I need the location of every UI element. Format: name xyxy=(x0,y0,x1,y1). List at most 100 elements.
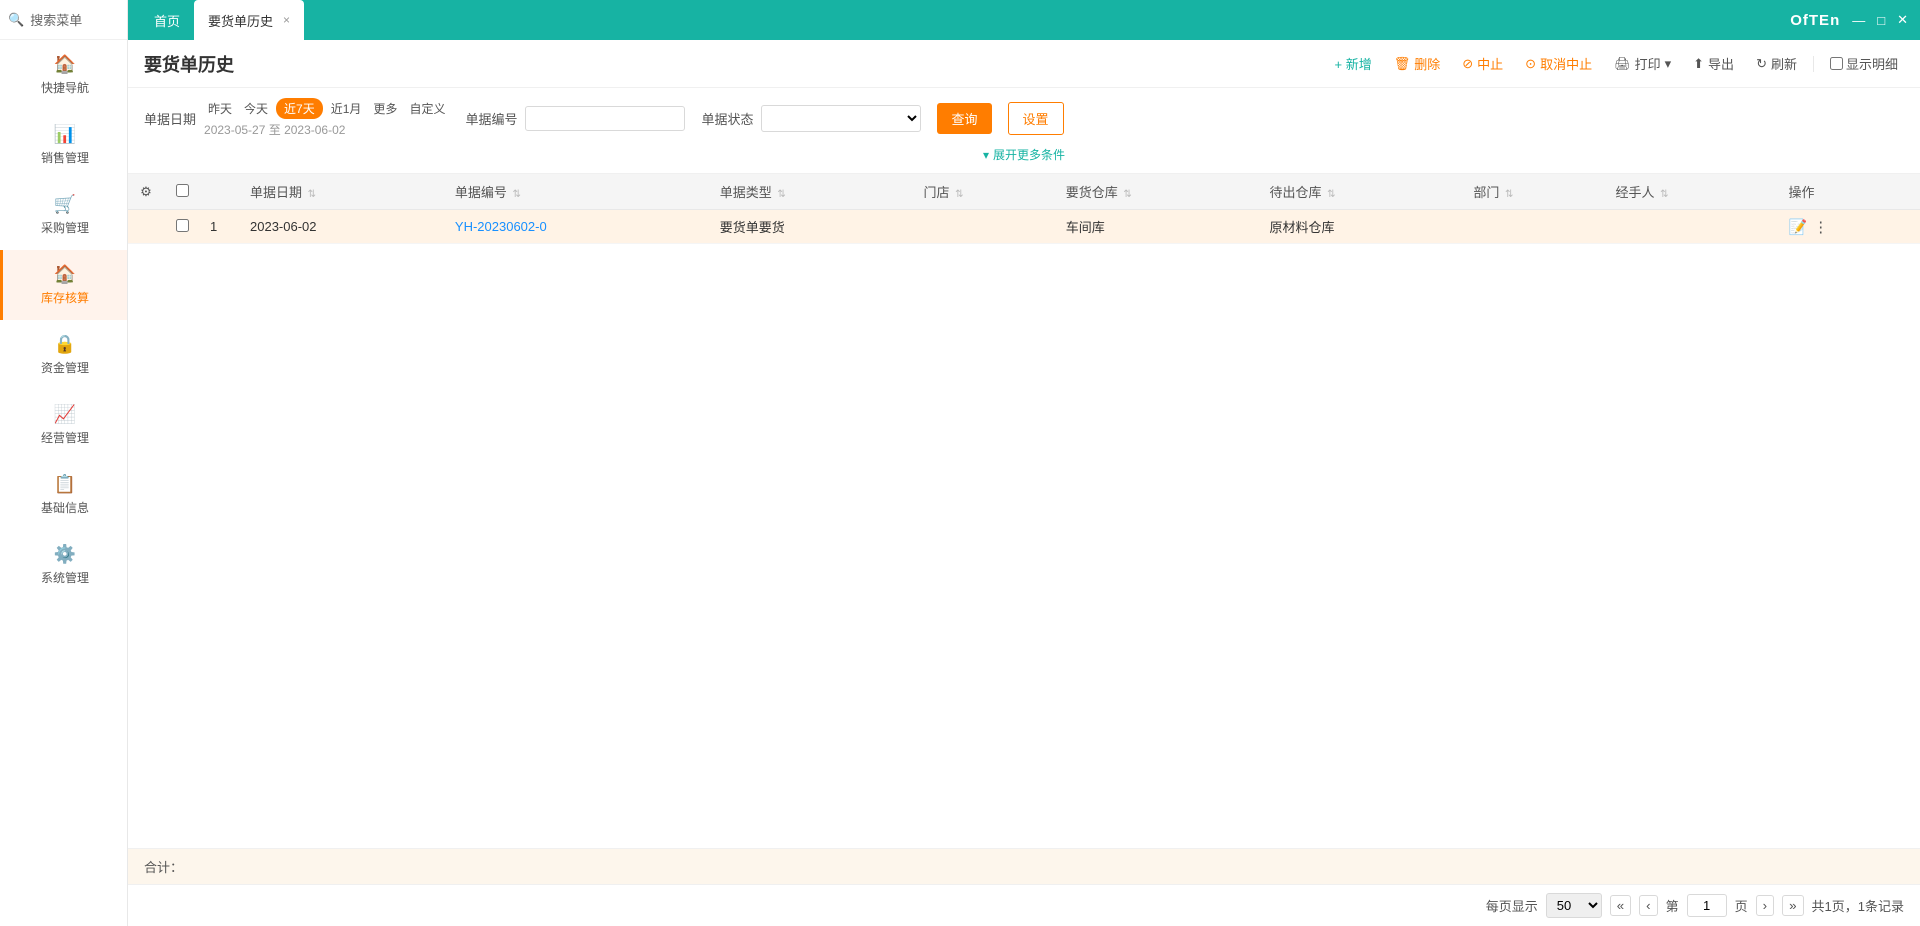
sidebar-search-label: 搜索菜单 xyxy=(30,10,82,29)
sidebar-item-operations[interactable]: 📈 经营管理 xyxy=(0,390,127,460)
date-shortcut-近1月[interactable]: 近1月 xyxy=(327,98,366,119)
tab-requisition-history[interactable]: 要货单历史× xyxy=(194,0,304,40)
show-detail-button[interactable]: 显示明细 xyxy=(1824,50,1904,77)
sort-icon-docno: ⇅ xyxy=(513,189,521,200)
print-dropdown-icon[interactable]: ▾ xyxy=(1665,56,1672,72)
doc-number-input[interactable] xyxy=(525,106,685,131)
sidebar-item-finance[interactable]: 🔒 资金管理 xyxy=(0,320,127,390)
delete-icon: 🗑 xyxy=(1394,56,1411,72)
current-page-input[interactable] xyxy=(1687,894,1727,917)
td-action-0: 📝 ⋮ xyxy=(1779,210,1920,244)
sidebar-item-label-sales: 销售管理 xyxy=(41,149,89,166)
sidebar-item-basic-info[interactable]: 📋 基础信息 xyxy=(0,460,127,530)
select-all-checkbox[interactable] xyxy=(176,184,189,197)
show-detail-checkbox[interactable] xyxy=(1830,57,1843,70)
th-doc-type[interactable]: 单据类型 ⇅ xyxy=(710,174,914,210)
sidebar-item-quick-nav[interactable]: 🏠 快捷导航 xyxy=(0,40,127,110)
print-icon: 🖨 xyxy=(1614,56,1631,72)
table-area: ⚙ 单据日期 ⇅ 单据编号 ⇅ xyxy=(128,174,1920,848)
sidebar-item-label-basic-info: 基础信息 xyxy=(41,499,89,516)
close-window-button[interactable]: ✕ xyxy=(1897,12,1908,28)
minimize-button[interactable]: — xyxy=(1852,13,1865,28)
filter-row: 单据日期 昨天今天近7天近1月更多自定义 2023-05-27 至 2023-0… xyxy=(144,98,1904,138)
prev-page-button[interactable]: ‹ xyxy=(1639,895,1657,916)
td-checkbox-0[interactable] xyxy=(164,210,200,244)
new-button[interactable]: + 新增 xyxy=(1328,50,1377,77)
sidebar-item-label-operations: 经营管理 xyxy=(41,429,89,446)
sort-icon-dept: ⇅ xyxy=(1505,189,1513,200)
sort-icon-handler: ⇅ xyxy=(1660,189,1668,200)
th-pending-warehouse[interactable]: 待出仓库 ⇅ xyxy=(1260,174,1464,210)
page-content: 要货单历史 + 新增 🗑 删除 ⊘ 中止 ⊙ 取消中止 🖨 打印 xyxy=(128,40,1920,926)
expand-more-button[interactable]: ▾ 展开更多条件 xyxy=(144,146,1904,163)
td-docno-0: YH-20230602-0 xyxy=(445,210,710,244)
date-shortcut-昨天[interactable]: 昨天 xyxy=(204,98,236,119)
basic-info-icon: 📋 xyxy=(54,474,76,495)
settings-button[interactable]: 设置 xyxy=(1008,102,1064,135)
doc-status-label: 单据状态 xyxy=(701,109,753,128)
th-department[interactable]: 部门 ⇅ xyxy=(1463,174,1605,210)
sort-icon-store: ⇅ xyxy=(955,189,963,200)
export-button[interactable]: ⬆ 导出 xyxy=(1687,50,1740,77)
main-area: 首页要货单历史× OfTEn — □ ✕ 要货单历史 + 新增 🗑 删除 ⊘ 中… xyxy=(128,0,1920,926)
per-page-select[interactable]: 2050100200 xyxy=(1546,893,1602,918)
per-page-label: 每页显示 xyxy=(1486,896,1538,915)
delete-button[interactable]: 🗑 删除 xyxy=(1388,50,1447,77)
th-doc-no[interactable]: 单据编号 ⇅ xyxy=(445,174,710,210)
go-prefix: 第 xyxy=(1666,896,1679,915)
date-shortcut-自定义[interactable]: 自定义 xyxy=(405,98,449,119)
td-pendwh-0: 原材料仓库 xyxy=(1260,210,1464,244)
expand-label: 展开更多条件 xyxy=(993,146,1065,163)
go-suffix: 页 xyxy=(1735,896,1748,915)
next-page-button[interactable]: › xyxy=(1756,895,1774,916)
table-row[interactable]: 1 2023-06-02 YH-20230602-0 要货单要货 车间库 原材料… xyxy=(128,210,1920,244)
print-button[interactable]: 🖨 打印 ▾ xyxy=(1608,50,1677,77)
action-edit-icon-0[interactable]: 📝 xyxy=(1789,218,1808,236)
last-page-button[interactable]: » xyxy=(1782,895,1803,916)
th-handler[interactable]: 经手人 ⇅ xyxy=(1606,174,1779,210)
filter-area: 单据日期 昨天今天近7天近1月更多自定义 2023-05-27 至 2023-0… xyxy=(128,88,1920,174)
doc-no-link-0[interactable]: YH-20230602-0 xyxy=(455,219,547,234)
refresh-icon: ↻ xyxy=(1756,56,1767,72)
sidebar-item-purchase[interactable]: 🛒 采购管理 xyxy=(0,180,127,250)
export-icon: ⬆ xyxy=(1693,56,1704,72)
sidebar-item-inventory[interactable]: 🏠 库存核算 xyxy=(0,250,127,320)
tab-home[interactable]: 首页 xyxy=(140,0,194,40)
date-shortcut-今天[interactable]: 今天 xyxy=(240,98,272,119)
th-setting[interactable]: ⚙ xyxy=(128,174,164,210)
sort-icon-date: ⇅ xyxy=(308,189,316,200)
page-header: 要货单历史 + 新增 🗑 删除 ⊘ 中止 ⊙ 取消中止 🖨 打印 xyxy=(128,40,1920,88)
purchase-icon: 🛒 xyxy=(54,194,76,215)
th-store[interactable]: 门店 ⇅ xyxy=(914,174,1056,210)
date-shortcut-近7天[interactable]: 近7天 xyxy=(276,98,323,119)
td-handler-0 xyxy=(1606,210,1779,244)
sort-icon-doctype: ⇅ xyxy=(777,189,785,200)
td-reqwh-0: 车间库 xyxy=(1056,210,1260,244)
stop-button[interactable]: ⊘ 中止 xyxy=(1456,50,1509,77)
inventory-icon: 🏠 xyxy=(54,264,76,285)
td-store-0 xyxy=(914,210,1056,244)
sidebar-item-label-finance: 资金管理 xyxy=(41,359,89,376)
th-num xyxy=(200,174,240,210)
sidebar-item-sales[interactable]: 📊 销售管理 xyxy=(0,110,127,180)
tab-close-requisition-history[interactable]: × xyxy=(283,13,290,27)
th-req-warehouse[interactable]: 要货仓库 ⇅ xyxy=(1056,174,1260,210)
date-range-display: 2023-05-27 至 2023-06-02 xyxy=(204,121,449,138)
cancel-icon: ⊙ xyxy=(1525,56,1536,72)
sidebar-item-system[interactable]: ⚙️ 系统管理 xyxy=(0,530,127,600)
first-page-button[interactable]: « xyxy=(1610,895,1631,916)
cancel-stop-button[interactable]: ⊙ 取消中止 xyxy=(1519,50,1598,77)
date-shortcuts: 昨天今天近7天近1月更多自定义 2023-05-27 至 2023-06-02 xyxy=(204,98,449,138)
sidebar-search[interactable]: 🔍 搜索菜单 xyxy=(0,0,127,40)
query-button[interactable]: 查询 xyxy=(937,103,991,134)
doc-status-select[interactable] xyxy=(761,105,921,132)
sidebar-item-label-inventory: 库存核算 xyxy=(41,289,89,306)
th-date[interactable]: 单据日期 ⇅ xyxy=(240,174,445,210)
action-more-icon-0[interactable]: ⋮ xyxy=(1813,218,1828,236)
date-shortcut-更多[interactable]: 更多 xyxy=(369,98,401,119)
refresh-button[interactable]: ↻ 刷新 xyxy=(1750,50,1803,77)
tab-label-home: 首页 xyxy=(154,11,180,30)
system-icon: ⚙️ xyxy=(54,544,76,565)
maximize-button[interactable]: □ xyxy=(1877,13,1885,28)
row-checkbox-0[interactable] xyxy=(176,219,189,232)
